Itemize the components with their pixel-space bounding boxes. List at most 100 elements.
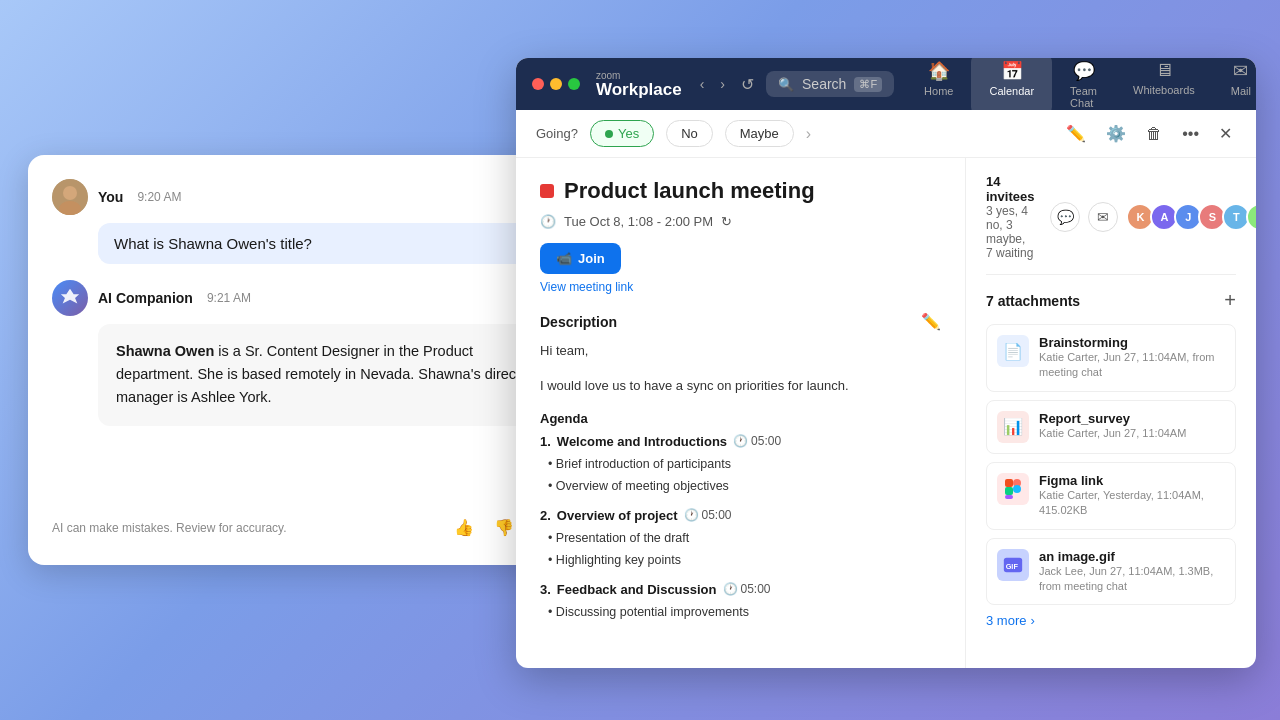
report-survey-name: Report_survey xyxy=(1039,411,1225,426)
nav-arrows: ‹ › xyxy=(696,74,729,94)
invitees-section: 14 invitees 3 yes, 4 no, 3 maybe, 7 wait… xyxy=(986,174,1236,275)
ai-message-header: AI Companion 9:21 AM xyxy=(52,280,549,316)
more-attachments-label: 3 more xyxy=(986,613,1026,628)
more-chevron-icon: › xyxy=(1030,613,1034,628)
app-logo: zoom Workplace xyxy=(596,71,682,98)
back-arrow[interactable]: ‹ xyxy=(696,74,709,94)
attachments-title: 7 attachments xyxy=(986,293,1080,309)
zoom-text-label: zoom xyxy=(596,71,682,81)
user-message-time: 9:20 AM xyxy=(137,190,181,204)
email-invitees-button[interactable]: ✉ xyxy=(1088,202,1118,232)
rsvp-chevron-icon[interactable]: › xyxy=(806,125,811,143)
event-right-panel: 14 invitees 3 yes, 4 no, 3 maybe, 7 wait… xyxy=(966,158,1256,668)
clock-icon-agenda-2: 🕐 xyxy=(684,508,699,522)
close-button[interactable]: ✕ xyxy=(1215,120,1236,147)
user-message-header: You 9:20 AM xyxy=(52,179,549,215)
add-attachment-button[interactable]: + xyxy=(1224,289,1236,312)
agenda-item-2-subitems: • Presentation of the draft • Highlighti… xyxy=(540,527,941,572)
attachment-figma-link[interactable]: Figma link Katie Carter, Yesterday, 11:0… xyxy=(986,462,1236,530)
invitees-stats: 3 yes, 4 no, 3 maybe, 7 waiting xyxy=(986,204,1034,260)
description-section-header: Description ✏️ xyxy=(540,312,941,331)
event-detail: Going? Yes No Maybe › ✏️ ⚙️ 🗑 ••• ✕ xyxy=(516,110,1256,668)
agenda-item-3-subitems: • Discussing potential improvements xyxy=(540,601,941,624)
ai-message-time: 9:21 AM xyxy=(207,291,251,305)
agenda-title: Agenda xyxy=(540,411,941,426)
description-edit-icon[interactable]: ✏️ xyxy=(921,312,941,331)
tab-home[interactable]: 🏠 Home xyxy=(906,58,971,115)
svg-point-1 xyxy=(63,186,77,200)
invitees-label: 14 invitees xyxy=(986,174,1034,204)
user-sender-name: You xyxy=(98,189,123,205)
report-survey-meta: Katie Carter, Jun 27, 11:04AM xyxy=(1039,426,1225,441)
event-title-row: Product launch meeting xyxy=(540,178,941,204)
forward-arrow[interactable]: › xyxy=(716,74,729,94)
message-invitees-button[interactable]: 💬 xyxy=(1050,202,1080,232)
tab-calendar-label: Calendar xyxy=(989,85,1034,97)
close-traffic-light[interactable] xyxy=(532,78,544,90)
fullscreen-traffic-light[interactable] xyxy=(568,78,580,90)
invitees-avatars: K A J S T M +9 › xyxy=(1126,203,1256,231)
search-label: Search xyxy=(802,76,846,92)
edit-icon-button[interactable]: ✏️ xyxy=(1062,120,1090,147)
figma-link-name: Figma link xyxy=(1039,473,1225,488)
workplace-text-label: Workplace xyxy=(596,81,682,98)
rsvp-maybe-button[interactable]: Maybe xyxy=(725,120,794,147)
agenda-item-1-duration: 🕐 05:00 xyxy=(733,434,781,448)
agenda-item-1-subitems: • Brief introduction of participants • O… xyxy=(540,453,941,498)
attachment-gif[interactable]: GIF an image.gif Jack Lee, Jun 27, 11:04… xyxy=(986,538,1236,606)
join-label: Join xyxy=(578,251,605,266)
team-chat-icon: 💬 xyxy=(1073,60,1095,82)
rsvp-yes-label: Yes xyxy=(618,126,639,141)
tab-calendar[interactable]: 📅 Calendar xyxy=(971,58,1052,115)
brainstorming-meta: Katie Carter, Jun 27, 11:04AM, from meet… xyxy=(1039,350,1225,381)
agenda-item-2-header: 2. Overview of project 🕐 05:00 xyxy=(540,508,941,523)
svg-rect-7 xyxy=(1005,495,1013,499)
traffic-lights xyxy=(532,78,580,90)
rsvp-no-button[interactable]: No xyxy=(666,120,713,147)
rsvp-no-label: No xyxy=(681,126,698,141)
attachment-brainstorming[interactable]: 📄 Brainstorming Katie Carter, Jun 27, 11… xyxy=(986,324,1236,392)
view-meeting-link[interactable]: View meeting link xyxy=(540,280,941,294)
tab-whiteboards-label: Whiteboards xyxy=(1133,84,1195,96)
agenda-item-1-title: Welcome and Introductions xyxy=(557,434,727,449)
tab-mail[interactable]: ✉ Mail xyxy=(1213,58,1256,115)
svg-rect-6 xyxy=(1005,487,1013,495)
tab-team-chat[interactable]: 💬 Team Chat xyxy=(1052,58,1115,115)
tab-whiteboards[interactable]: 🖥 Whiteboards xyxy=(1115,58,1213,115)
sync-icon: ↻ xyxy=(721,214,732,229)
svg-rect-3 xyxy=(1005,479,1013,487)
event-datetime: Tue Oct 8, 1:08 - 2:00 PM xyxy=(564,214,713,229)
brainstorming-name: Brainstorming xyxy=(1039,335,1225,350)
home-icon: 🏠 xyxy=(928,60,950,82)
figma-icon xyxy=(997,473,1029,505)
clock-icon-agenda-3: 🕐 xyxy=(723,582,738,596)
minimize-traffic-light[interactable] xyxy=(550,78,562,90)
thumbs-up-button[interactable]: 👍 xyxy=(450,514,478,541)
agenda-item-3-duration: 🕐 05:00 xyxy=(723,582,771,596)
description-greeting: Hi team, xyxy=(540,341,941,362)
agenda-item-2-title: Overview of project xyxy=(557,508,678,523)
description-section-title: Description xyxy=(540,314,617,330)
agenda-item-3-header: 3. Feedback and Discussion 🕐 05:00 xyxy=(540,582,941,597)
ai-message-bubble: Shawna Owen is a Sr. Content Designer in… xyxy=(98,324,549,426)
nav-tabs: 🏠 Home 📅 Calendar 💬 Team Chat 🖥 Whiteboa… xyxy=(906,58,1256,115)
agenda-item-1: 1. Welcome and Introductions 🕐 05:00 • B… xyxy=(540,434,941,498)
attachment-report-survey[interactable]: 📊 Report_survey Katie Carter, Jun 27, 11… xyxy=(986,400,1236,454)
mail-icon: ✉ xyxy=(1233,60,1248,82)
more-options-button[interactable]: ••• xyxy=(1178,121,1203,147)
title-bar: zoom Workplace ‹ › ↺ 🔍 Search ⌘F 🏠 Home … xyxy=(516,58,1256,110)
thumbs-down-button[interactable]: 👎 xyxy=(490,514,518,541)
history-button[interactable]: ↺ xyxy=(741,75,754,94)
user-avatar xyxy=(52,179,88,215)
camera-icon: 📹 xyxy=(556,251,572,266)
delete-icon-button[interactable]: 🗑 xyxy=(1142,121,1166,147)
event-title: Product launch meeting xyxy=(564,178,815,204)
settings-icon-button[interactable]: ⚙️ xyxy=(1102,120,1130,147)
agenda-item-3: 3. Feedback and Discussion 🕐 05:00 • Dis… xyxy=(540,582,941,624)
search-bar[interactable]: 🔍 Search ⌘F xyxy=(766,71,894,97)
user-message-row: You 9:20 AM What is Shawna Owen's title? xyxy=(52,179,549,264)
rsvp-yes-button[interactable]: Yes xyxy=(590,120,654,147)
tab-team-chat-label: Team Chat xyxy=(1070,85,1097,109)
join-button[interactable]: 📹 Join xyxy=(540,243,621,274)
more-attachments-link[interactable]: 3 more › xyxy=(986,613,1236,628)
